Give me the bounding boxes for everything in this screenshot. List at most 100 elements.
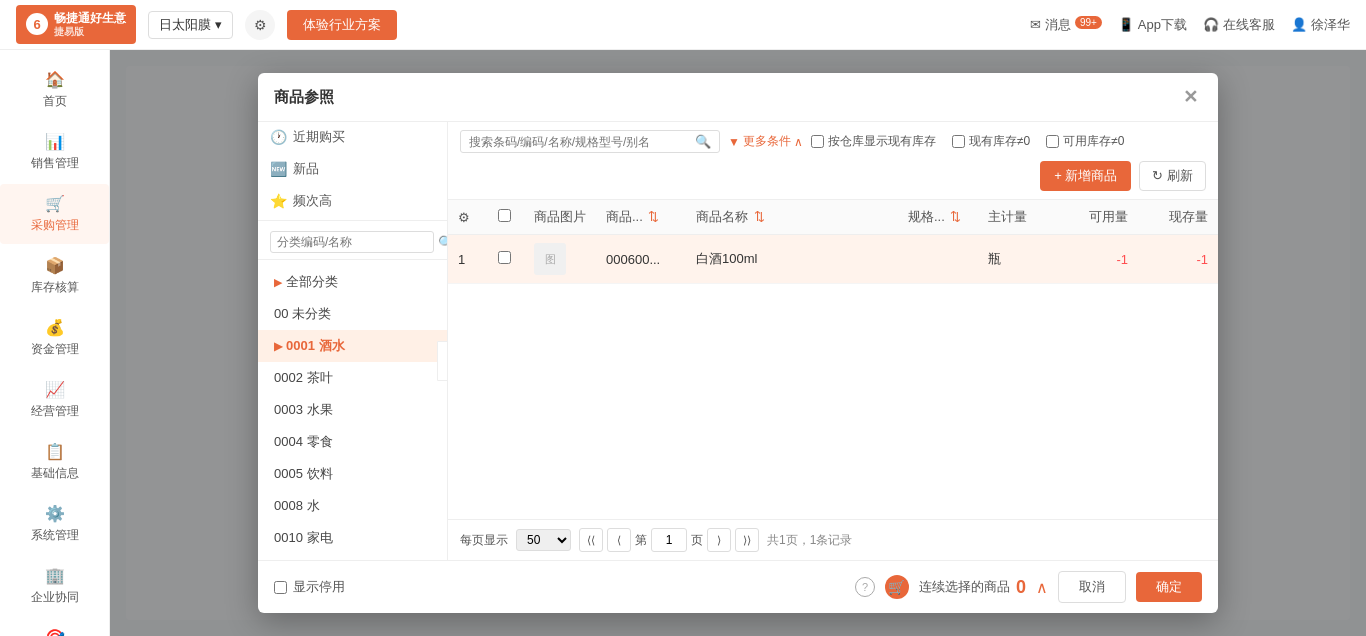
sidebar-item-inventory[interactable]: 📦 库存核算 (0, 246, 109, 306)
checkbox-group: 按仓库显示现有库存 现有库存≠0 可用库存≠0 (811, 133, 1125, 150)
checkbox-usable-stock-input[interactable] (1046, 135, 1059, 148)
page-size-select[interactable]: 20 50 100 (516, 529, 571, 551)
sidebar-item-system[interactable]: ⚙️ 系统管理 (0, 494, 109, 554)
th-settings[interactable]: ⚙ (448, 200, 488, 235)
divider (258, 220, 447, 221)
search-icon[interactable]: 🔍 (695, 134, 711, 149)
cat-label-0004: 0004 零食 (274, 433, 333, 451)
quick-item-freq[interactable]: ⭐ 频次高 (258, 186, 447, 216)
user-icon: 👤 (1291, 17, 1307, 32)
sidebar-label-enterprise: 企业协同 (31, 589, 79, 606)
cat-item-0005[interactable]: 0005 饮料 (258, 458, 447, 490)
refresh-button[interactable]: ↻ 刷新 (1139, 161, 1206, 191)
filter-button[interactable]: ▼ 更多条件 ∧ (728, 133, 803, 150)
nav-service[interactable]: 🎧 在线客服 (1203, 16, 1275, 34)
modal-body: 🕐 近期购买 🆕 新品 ⭐ 频次高 (258, 122, 1218, 560)
show-disabled-checkbox[interactable]: 显示停用 (274, 578, 345, 596)
sidebar-item-operations[interactable]: 📈 经营管理 (0, 370, 109, 430)
cat-search-input[interactable] (270, 231, 434, 253)
confirm-button[interactable]: 确定 (1136, 572, 1202, 602)
nav-user[interactable]: 👤 徐泽华 (1291, 16, 1350, 34)
nav-username: 徐泽华 (1311, 16, 1350, 34)
guide-icon: 🎯 (45, 628, 65, 636)
exp-button[interactable]: 体验行业方案 (287, 10, 397, 40)
sidebar-item-basic[interactable]: 📋 基础信息 (0, 432, 109, 492)
th-name[interactable]: 商品名称 ⇅ (686, 200, 898, 235)
nav-service-label: 在线客服 (1223, 16, 1275, 34)
cat-item-all[interactable]: ▶ 全部分类 (258, 266, 447, 298)
th-check-all[interactable] (498, 209, 511, 222)
modal-close-button[interactable]: ✕ (1178, 85, 1202, 109)
cat-label-0005: 0005 饮料 (274, 465, 333, 483)
cat-item-0003[interactable]: 0003 水果 (258, 394, 447, 426)
sidebar-item-home[interactable]: 🏠 首页 (0, 60, 109, 120)
app-sidebar: 🏠 首页 📊 销售管理 🛒 采购管理 📦 库存核算 💰 资金管理 📈 经营管理 … (0, 50, 110, 636)
nav-dropdown[interactable]: 日太阳膜 ▾ (148, 11, 233, 39)
nav-msg[interactable]: ✉ 消息 99+ (1030, 16, 1102, 34)
cat-item-0010[interactable]: 0010 家电 (258, 522, 447, 554)
quick-item-recent[interactable]: 🕐 近期购买 (258, 122, 447, 152)
msg-badge: 99+ (1075, 16, 1102, 29)
td-unit: 瓶 (978, 235, 1048, 284)
cat-item-0004[interactable]: 0004 零食 (258, 426, 447, 458)
cart-icon[interactable]: 🛒 (885, 575, 909, 599)
collapse-up-button[interactable]: ∧ (1036, 578, 1048, 597)
sidebar-item-finance[interactable]: 💰 资金管理 (0, 308, 109, 368)
row-checkbox[interactable] (498, 251, 511, 264)
logo: 6 畅捷通好生意 捷易版 (16, 5, 136, 43)
cat-list: ▶ 全部分类 00 未分类 ▶ 0001 酒水 0002 茶 (258, 260, 447, 560)
sidebar-item-enterprise[interactable]: 🏢 企业协同 (0, 556, 109, 616)
cat-item-0008[interactable]: 0008 水 (258, 490, 447, 522)
add-product-button[interactable]: + 新增商品 (1040, 161, 1131, 191)
th-spec[interactable]: 规格... ⇅ (898, 200, 978, 235)
main-area: 商品参照 ✕ 🕐 近期购买 🆕 (110, 50, 1366, 636)
th-spec-label: 规格... (908, 209, 945, 224)
page-input[interactable] (651, 528, 687, 552)
cat-search-icon[interactable]: 🔍 (438, 235, 448, 250)
td-check[interactable] (488, 235, 524, 284)
checkbox-available-stock[interactable]: 现有库存≠0 (952, 133, 1030, 150)
modal-toolbar: 🔍 ▼ 更多条件 ∧ 按仓库显示现有库存 (448, 122, 1218, 200)
settings-icon[interactable]: ⚙ (245, 10, 275, 40)
sidebar-item-purchase[interactable]: 🛒 采购管理 (0, 184, 109, 244)
page-first-button[interactable]: ⟨⟨ (579, 528, 603, 552)
td-code: 000600... (596, 235, 686, 284)
cat-label-0010: 0010 家电 (274, 529, 333, 547)
page-last-button[interactable]: ⟩⟩ (735, 528, 759, 552)
cancel-button[interactable]: 取消 (1058, 571, 1126, 603)
checkbox-warehouse-stock-input[interactable] (811, 135, 824, 148)
selected-label-text: 连续选择的商品 (919, 578, 1010, 596)
checkbox-usable-stock[interactable]: 可用库存≠0 (1046, 133, 1124, 150)
help-icon[interactable]: ? (855, 577, 875, 597)
filter-label: 更多条件 (743, 133, 791, 150)
sidebar-collapse-button[interactable]: 《 (437, 341, 448, 381)
table-row[interactable]: 1 图 000600... 白酒100ml 瓶 (448, 235, 1218, 284)
star-icon: ⭐ (270, 193, 287, 209)
nav-app[interactable]: 📱 App下载 (1118, 16, 1187, 34)
td-spec (898, 235, 978, 284)
checkbox-available-stock-input[interactable] (952, 135, 965, 148)
page-next-button[interactable]: ⟩ (707, 528, 731, 552)
th-code[interactable]: 商品... ⇅ (596, 200, 686, 235)
quick-item-new[interactable]: 🆕 新品 (258, 154, 447, 184)
show-disabled-input[interactable] (274, 581, 287, 594)
operations-icon: 📈 (45, 380, 65, 399)
sort-spec-icon: ⇅ (950, 209, 961, 224)
filter-icon: ▼ (728, 135, 740, 149)
th-unit: 主计量 (978, 200, 1048, 235)
modal-overlay: 商品参照 ✕ 🕐 近期购买 🆕 (110, 50, 1366, 636)
cat-item-0001[interactable]: ▶ 0001 酒水 (258, 330, 447, 362)
page-prev-button[interactable]: ⟨ (607, 528, 631, 552)
td-stock: -1 (1138, 235, 1218, 284)
cat-label-0008: 0008 水 (274, 497, 320, 515)
cat-item-00[interactable]: 00 未分类 (258, 298, 447, 330)
filter-arrow: ∧ (794, 135, 803, 149)
product-search-input[interactable] (469, 135, 691, 149)
logo-text: 畅捷通好生意 (54, 11, 126, 25)
product-table-body: 1 图 000600... 白酒100ml 瓶 (448, 235, 1218, 284)
cat-item-0002[interactable]: 0002 茶叶 (258, 362, 447, 394)
sidebar-item-guide[interactable]: 🎯 新手引导 (0, 618, 109, 636)
checkbox-warehouse-stock[interactable]: 按仓库显示现有库存 (811, 133, 936, 150)
sidebar-item-sales[interactable]: 📊 销售管理 (0, 122, 109, 182)
quick-item-recent-label: 近期购买 (293, 128, 345, 146)
